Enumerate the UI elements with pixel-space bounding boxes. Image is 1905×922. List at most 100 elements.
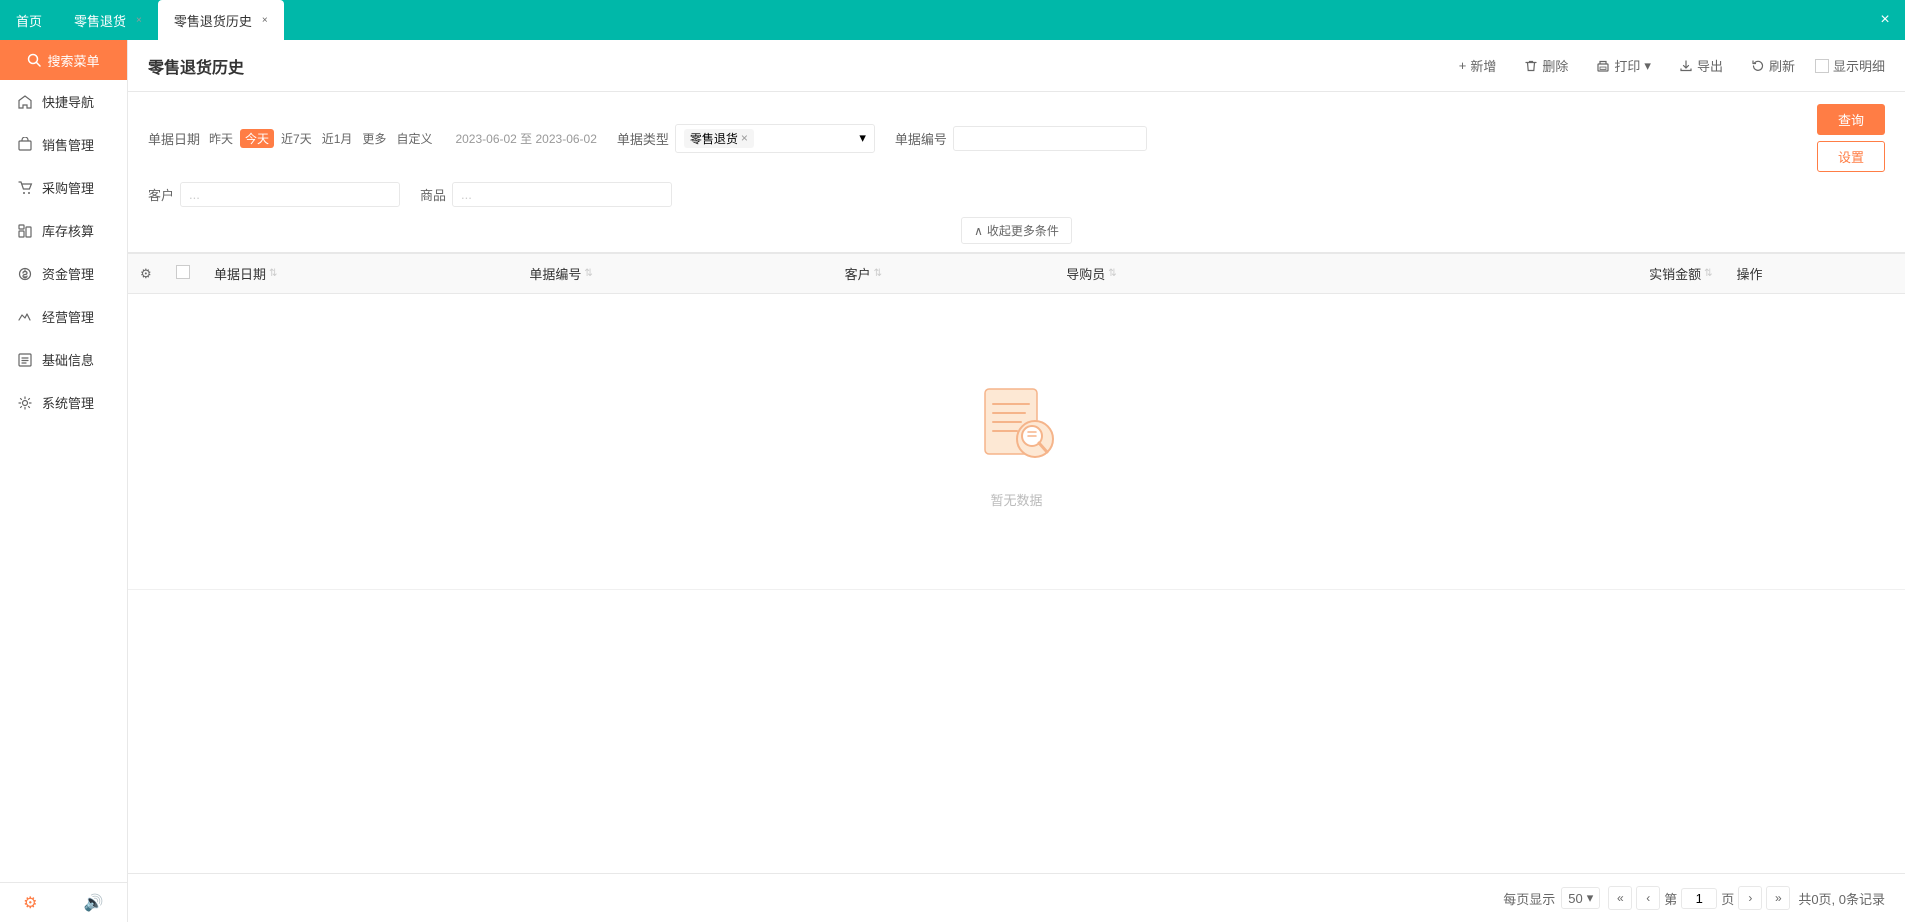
tab-retail-return-history[interactable]: 零售退货历史 × (158, 0, 284, 40)
sidebar-item-basic-info-label: 基础信息 (42, 350, 94, 369)
date-btn-more[interactable]: 更多 (359, 129, 389, 148)
query-button[interactable]: 查询 (1817, 104, 1885, 135)
sidebar-nav: 快捷导航 销售管理 采购管理 库存核算 (0, 80, 127, 882)
th-number-sort[interactable]: 单据编号 ⇅ (529, 264, 820, 283)
page-nav: « ‹ 第 页 › » (1608, 886, 1790, 910)
header-actions: + 新增 删除 打印 ▾ (1451, 52, 1885, 79)
tab-bar: 首页 零售退货 × 零售退货历史 × (0, 0, 1865, 40)
date-btn-yesterday[interactable]: 昨天 (206, 129, 236, 148)
date-label: 单据日期 (148, 129, 200, 148)
doc-num-input[interactable] (953, 126, 1147, 151)
sidebar-item-operation-label: 经营管理 (42, 307, 94, 326)
page-first-button[interactable]: « (1608, 886, 1632, 910)
type-tag-remove[interactable]: × (741, 131, 748, 145)
print-dropdown-icon[interactable]: ▾ (1644, 58, 1651, 74)
page-prev-button[interactable]: ‹ (1636, 886, 1660, 910)
type-select-dropdown-icon[interactable]: ▾ (859, 130, 866, 146)
date-btn-custom[interactable]: 自定义 (393, 129, 435, 148)
pagination: 每页显示 50 ▾ « ‹ 第 页 › » 共0页, 0条记录 (128, 873, 1905, 922)
page-unit: 页 (1721, 889, 1734, 908)
customer-placeholder: ... (189, 187, 200, 202)
window-close-button[interactable]: × (1865, 0, 1905, 40)
collapse-up-icon: ∧ (974, 224, 983, 238)
data-table: ⚙ 单据日期 ⇅ 单据编号 (128, 253, 1905, 590)
tab-retail-return-history-close[interactable]: × (262, 15, 268, 26)
date-btn-1month[interactable]: 近1月 (319, 129, 356, 148)
filter-doc-num: 单据编号 (895, 126, 1147, 151)
sidebar-item-basic-info[interactable]: 基础信息 (0, 338, 127, 381)
page-size-select[interactable]: 50 ▾ (1561, 887, 1600, 909)
goods-select[interactable]: ... (452, 182, 672, 207)
customer-sort-icon: ⇅ (874, 268, 882, 279)
page-input[interactable] (1681, 888, 1717, 909)
tab-retail-return[interactable]: 零售退货 × (58, 0, 158, 40)
sidebar-item-operation[interactable]: 经营管理 (0, 295, 127, 338)
setting-button[interactable]: 设置 (1817, 141, 1885, 172)
sidebar-item-finance-label: 资金管理 (42, 264, 94, 283)
sidebar-item-finance[interactable]: 资金管理 (0, 252, 127, 295)
system-icon (16, 394, 34, 412)
empty-text: 暂无数据 (990, 490, 1042, 509)
show-detail-label: 显示明细 (1833, 56, 1885, 75)
page-next-button[interactable]: › (1738, 886, 1762, 910)
settings-bottom-icon[interactable]: ⚙ (23, 893, 37, 913)
filter-date: 单据日期 昨天 今天 近7天 近1月 更多 自定义 (148, 129, 435, 148)
page-last-button[interactable]: » (1766, 886, 1790, 910)
sidebar: 搜索菜单 快捷导航 销售管理 采购管理 (0, 40, 128, 922)
delete-label: 删除 (1542, 56, 1568, 75)
print-icon (1596, 59, 1610, 73)
sidebar-item-sales-mgmt[interactable]: 销售管理 (0, 123, 127, 166)
th-amount-sort[interactable]: 实销金额 ⇅ (1421, 264, 1712, 283)
export-button[interactable]: 导出 (1671, 52, 1731, 79)
collapse-button[interactable]: ∧ 收起更多条件 (961, 217, 1072, 244)
th-guide-label: 导购员 (1066, 264, 1105, 283)
number-sort-icon: ⇅ (584, 268, 592, 279)
customer-select[interactable]: ... (180, 182, 400, 207)
delete-button[interactable]: 删除 (1516, 52, 1576, 79)
sidebar-item-purchase-mgmt[interactable]: 采购管理 (0, 166, 127, 209)
th-guide: 导购员 ⇅ (1054, 254, 1322, 294)
type-select[interactable]: 零售退货 × ▾ (675, 124, 875, 153)
date-btn-7days[interactable]: 近7天 (278, 129, 315, 148)
th-checkbox (164, 254, 202, 294)
print-button[interactable]: 打印 ▾ (1588, 52, 1659, 79)
th-customer-label: 客户 (845, 264, 871, 283)
page-title: 零售退货历史 (148, 54, 244, 78)
date-shortcuts: 昨天 今天 近7天 近1月 更多 自定义 (206, 129, 435, 148)
th-guide-sort[interactable]: 导购员 ⇅ (1066, 264, 1310, 283)
refresh-button[interactable]: 刷新 (1743, 52, 1803, 79)
show-detail-checkbox[interactable] (1815, 59, 1829, 73)
th-date-label: 单据日期 (214, 264, 266, 283)
sidebar-search[interactable]: 搜索菜单 (0, 40, 127, 80)
new-button[interactable]: + 新增 (1451, 52, 1505, 79)
type-tag-text: 零售退货 (690, 130, 738, 147)
export-icon (1679, 59, 1693, 73)
th-date: 单据日期 ⇅ (202, 254, 517, 294)
select-all-checkbox[interactable] (176, 265, 190, 279)
search-icon (27, 53, 41, 67)
sidebar-item-quick-nav[interactable]: 快捷导航 (0, 80, 127, 123)
th-customer-sort[interactable]: 客户 ⇅ (845, 264, 1043, 283)
sidebar-item-purchase-mgmt-label: 采购管理 (42, 178, 94, 197)
page-size-label: 每页显示 (1503, 889, 1555, 908)
page-size-dropdown-icon: ▾ (1587, 890, 1594, 906)
th-number-label: 单据编号 (529, 264, 581, 283)
table-settings-icon[interactable]: ⚙ (140, 266, 152, 281)
export-label: 导出 (1697, 56, 1723, 75)
tab-retail-return-close[interactable]: × (136, 15, 142, 26)
page-size-wrap: 每页显示 50 ▾ (1503, 887, 1600, 909)
goods-label: 商品 (420, 185, 446, 204)
date-sort-icon: ⇅ (269, 268, 277, 279)
filter-row-2: 客户 ... 商品 ... (148, 182, 1885, 207)
tab-home[interactable]: 首页 (0, 0, 58, 40)
sidebar-item-sales-mgmt-label: 销售管理 (42, 135, 94, 154)
operation-icon (16, 308, 34, 326)
sidebar-item-system-mgmt[interactable]: 系统管理 (0, 381, 127, 424)
sidebar-item-inventory[interactable]: 库存核算 (0, 209, 127, 252)
empty-state: 暂无数据 (128, 294, 1905, 589)
audio-bottom-icon[interactable]: 🔊 (84, 893, 104, 913)
date-btn-today[interactable]: 今天 (240, 129, 274, 148)
th-date-sort[interactable]: 单据日期 ⇅ (214, 264, 505, 283)
table-area: ⚙ 单据日期 ⇅ 单据编号 (128, 253, 1905, 873)
sidebar-item-system-mgmt-label: 系统管理 (42, 393, 94, 412)
